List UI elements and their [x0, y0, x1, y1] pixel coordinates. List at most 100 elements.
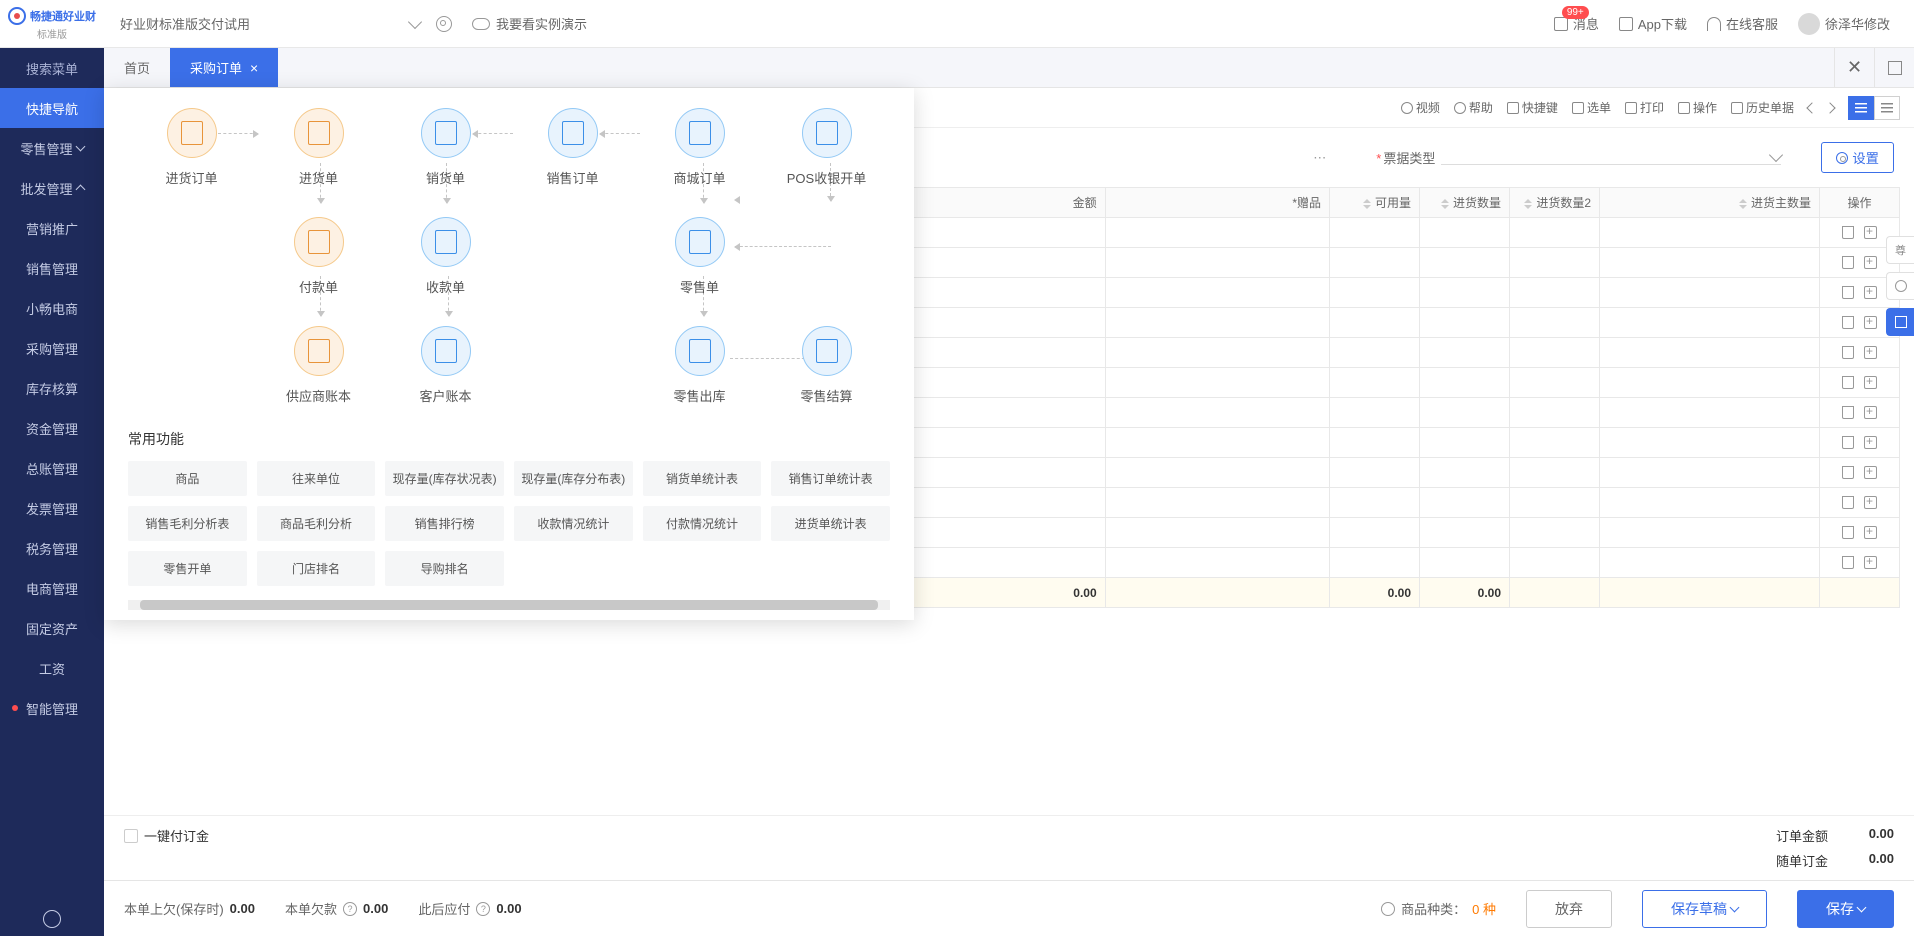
- row-actions[interactable]: [1820, 548, 1900, 578]
- tool-help[interactable]: 帮助: [1454, 99, 1493, 116]
- add-row-icon[interactable]: [1864, 346, 1877, 359]
- add-row-icon[interactable]: [1864, 376, 1877, 389]
- add-row-icon[interactable]: [1864, 226, 1877, 239]
- voucher-type-select[interactable]: [1441, 150, 1781, 165]
- tool-shortcut[interactable]: 快捷键: [1507, 99, 1558, 116]
- save-draft-button[interactable]: 保存草稿: [1642, 890, 1767, 928]
- sidebar-item-5[interactable]: 销售管理: [0, 248, 104, 288]
- add-row-icon[interactable]: [1864, 316, 1877, 329]
- popup-scrollbar[interactable]: [128, 600, 890, 610]
- rail-pill-attachment[interactable]: [1886, 272, 1914, 300]
- add-row-icon[interactable]: [1864, 436, 1877, 449]
- add-row-icon[interactable]: [1864, 556, 1877, 569]
- close-icon[interactable]: ×: [250, 60, 258, 76]
- add-row-icon[interactable]: [1864, 526, 1877, 539]
- flow-node-5[interactable]: POS收银开单: [763, 108, 890, 187]
- col-header-8[interactable]: 进货数量2: [1510, 188, 1600, 218]
- tool-print[interactable]: 打印: [1625, 99, 1664, 116]
- delete-icon[interactable]: [1842, 436, 1854, 449]
- fullscreen-toggle[interactable]: [1874, 48, 1914, 87]
- tool-history[interactable]: 历史单据: [1731, 99, 1794, 116]
- app-download-link[interactable]: App下载: [1619, 14, 1687, 33]
- add-row-icon[interactable]: [1864, 286, 1877, 299]
- shortcut-4[interactable]: 销货单统计表: [643, 461, 762, 496]
- tool-operate[interactable]: 操作: [1678, 99, 1717, 116]
- gear-icon[interactable]: [436, 16, 452, 32]
- tool-select[interactable]: 选单: [1572, 99, 1611, 116]
- delete-icon[interactable]: [1842, 376, 1854, 389]
- shortcut-6[interactable]: 销售毛利分析表: [128, 506, 247, 541]
- delete-icon[interactable]: [1842, 346, 1854, 359]
- cancel-button[interactable]: 放弃: [1526, 890, 1612, 928]
- sidebar-item-9[interactable]: 资金管理: [0, 408, 104, 448]
- row-actions[interactable]: [1820, 458, 1900, 488]
- col-header-4[interactable]: 金额: [904, 188, 1105, 218]
- more-icon[interactable]: ⋯: [1305, 150, 1336, 166]
- shortcut-14[interactable]: 导购排名: [385, 551, 504, 586]
- user-menu[interactable]: 徐泽华修改: [1798, 13, 1890, 35]
- row-actions[interactable]: [1820, 338, 1900, 368]
- deposit-checkbox[interactable]: 一键付订金: [124, 826, 209, 845]
- sidebar-item-4[interactable]: 营销推广: [0, 208, 104, 248]
- row-actions[interactable]: [1820, 398, 1900, 428]
- tab-purchase-order[interactable]: 采购订单 ×: [170, 48, 278, 87]
- shortcut-11[interactable]: 进货单统计表: [771, 506, 890, 541]
- col-header-5[interactable]: *赠品: [1105, 188, 1329, 218]
- shortcut-13[interactable]: 门店排名: [257, 551, 376, 586]
- sidebar-item-7[interactable]: 采购管理: [0, 328, 104, 368]
- tab-home[interactable]: 首页: [104, 48, 170, 87]
- row-actions[interactable]: [1820, 368, 1900, 398]
- shortcut-10[interactable]: 付款情况统计: [643, 506, 762, 541]
- flow-node-14[interactable]: 客户账本: [382, 326, 509, 405]
- add-row-icon[interactable]: [1864, 406, 1877, 419]
- sidebar-item-6[interactable]: 小畅电商: [0, 288, 104, 328]
- delete-icon[interactable]: [1842, 466, 1854, 479]
- delete-icon[interactable]: [1842, 256, 1854, 269]
- add-row-icon[interactable]: [1864, 496, 1877, 509]
- tenant-select[interactable]: 好业财标准版交付试用: [104, 14, 436, 33]
- delete-icon[interactable]: [1842, 526, 1854, 539]
- sidebar-item-0[interactable]: 搜索菜单: [0, 48, 104, 88]
- help-icon[interactable]: ?: [343, 902, 357, 916]
- sidebar-item-8[interactable]: 库存核算: [0, 368, 104, 408]
- prev-record[interactable]: [1806, 102, 1817, 113]
- sidebar-item-10[interactable]: 总账管理: [0, 448, 104, 488]
- sidebar-item-15[interactable]: 工资: [0, 648, 104, 688]
- flow-node-10[interactable]: 零售单: [636, 217, 763, 296]
- delete-icon[interactable]: [1842, 496, 1854, 509]
- flow-node-1[interactable]: 进货单: [255, 108, 382, 187]
- shortcut-5[interactable]: 销售订单统计表: [771, 461, 890, 496]
- flow-node-4[interactable]: 商城订单: [636, 108, 763, 187]
- shortcut-12[interactable]: 零售开单: [128, 551, 247, 586]
- flow-node-16[interactable]: 零售出库: [636, 326, 763, 405]
- sidebar-item-11[interactable]: 发票管理: [0, 488, 104, 528]
- tool-video[interactable]: 视频: [1401, 99, 1440, 116]
- add-row-icon[interactable]: [1864, 466, 1877, 479]
- row-actions[interactable]: [1820, 488, 1900, 518]
- delete-icon[interactable]: [1842, 286, 1854, 299]
- flow-node-3[interactable]: 销售订单: [509, 108, 636, 187]
- flow-node-17[interactable]: 零售结算: [763, 326, 890, 405]
- shortcut-8[interactable]: 销售排行榜: [385, 506, 504, 541]
- col-header-6[interactable]: 可用量: [1330, 188, 1420, 218]
- close-all-tabs[interactable]: ✕: [1834, 48, 1874, 87]
- shortcut-3[interactable]: 现存量(库存分布表): [514, 461, 633, 496]
- rail-pill-1[interactable]: 尊: [1886, 236, 1914, 264]
- save-button[interactable]: 保存: [1797, 890, 1894, 928]
- flow-node-7[interactable]: 付款单: [255, 217, 382, 296]
- sidebar-item-3[interactable]: 批发管理: [0, 168, 104, 208]
- demo-link[interactable]: 我要看实例演示: [472, 14, 587, 33]
- row-actions[interactable]: [1820, 518, 1900, 548]
- sidebar-item-12[interactable]: 税务管理: [0, 528, 104, 568]
- rail-pill-expand[interactable]: [1886, 308, 1914, 336]
- delete-icon[interactable]: [1842, 556, 1854, 569]
- sidebar-item-13[interactable]: 电商管理: [0, 568, 104, 608]
- sidebar-item-1[interactable]: 快捷导航: [0, 88, 104, 128]
- shortcut-9[interactable]: 收款情况统计: [514, 506, 633, 541]
- add-row-icon[interactable]: [1864, 256, 1877, 269]
- delete-icon[interactable]: [1842, 316, 1854, 329]
- sidebar-settings[interactable]: [0, 910, 104, 928]
- sidebar-item-2[interactable]: 零售管理: [0, 128, 104, 168]
- sidebar-item-14[interactable]: 固定资产: [0, 608, 104, 648]
- flow-node-8[interactable]: 收款单: [382, 217, 509, 296]
